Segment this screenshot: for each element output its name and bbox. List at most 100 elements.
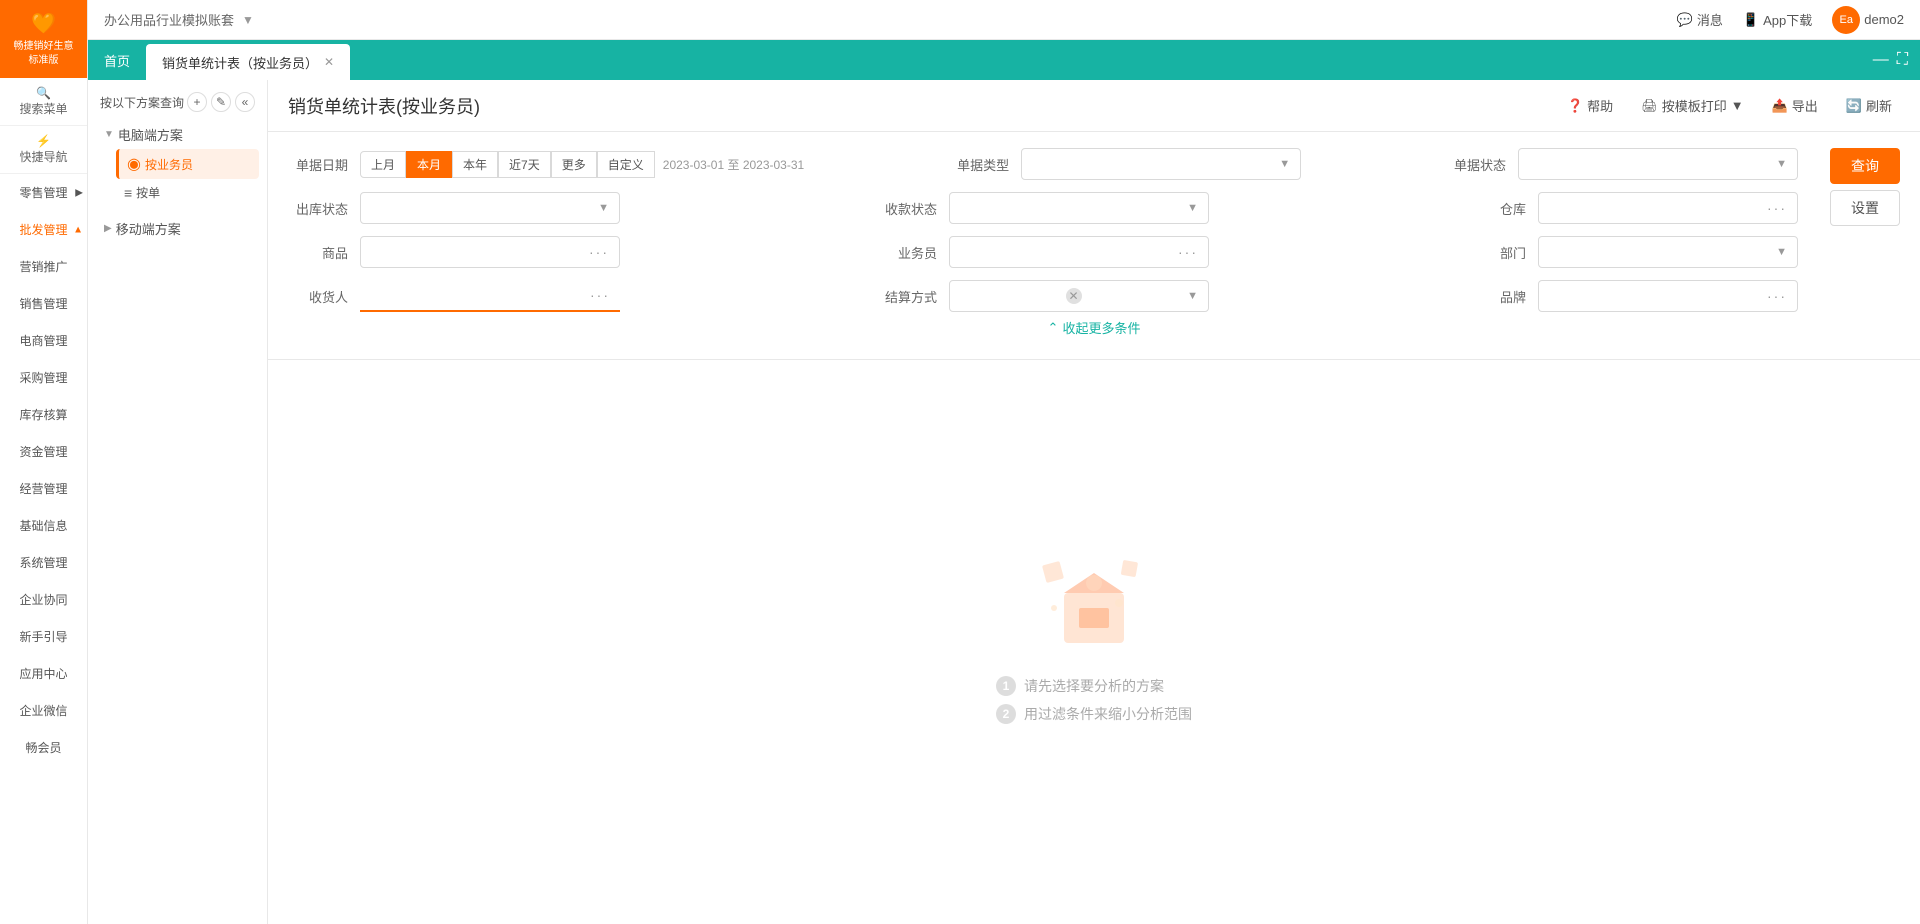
sidebar-item-basic[interactable]: 基础信息 bbox=[0, 507, 87, 544]
panel-header-actions: + ✎ « bbox=[187, 92, 255, 112]
add-scheme-button[interactable]: + bbox=[187, 92, 207, 112]
topbar-left: 办公用品行业模拟账套 ▼ bbox=[104, 10, 254, 29]
order-type-arrow-icon: ▼ bbox=[1279, 158, 1290, 170]
sidebar-item-retail[interactable]: 零售管理 ▶ bbox=[0, 174, 87, 211]
sidebar-item-inventory[interactable]: 库存核算 bbox=[0, 396, 87, 433]
sidebar-item-enterprise[interactable]: 企业协同 bbox=[0, 581, 87, 618]
out-status-label: 出库状态 bbox=[288, 199, 348, 218]
sidebar-item-system[interactable]: 系统管理 bbox=[0, 544, 87, 581]
edit-scheme-button[interactable]: ✎ bbox=[211, 92, 231, 112]
empty-illustration bbox=[1034, 553, 1154, 656]
quick-nav-item[interactable]: ⚡ 快捷导航 bbox=[0, 126, 87, 174]
sidebar-item-member[interactable]: 畅会员 bbox=[0, 729, 87, 766]
date-label: 单据日期 bbox=[288, 155, 348, 174]
tree-node-by-salesperson[interactable]: ◉ 按业务员 bbox=[116, 149, 259, 179]
sidebar-item-operations[interactable]: 经营管理 bbox=[0, 470, 87, 507]
print-button[interactable]: 🖨 按模板打印 ▼ bbox=[1633, 92, 1751, 119]
order-icon: ≡ bbox=[124, 185, 132, 201]
topbar-dropdown-icon[interactable]: ▼ bbox=[242, 13, 254, 27]
date-btn-last-month[interactable]: 上月 bbox=[360, 151, 406, 178]
date-btn-this-month[interactable]: 本月 bbox=[406, 151, 452, 178]
order-status-label: 单据状态 bbox=[1446, 155, 1506, 174]
quick-nav-icon: ⚡ bbox=[6, 134, 81, 148]
page-header: 销货单统计表(按业务员) ❓ 帮助 🖨 按模板打印 ▼ 📤 导出 bbox=[268, 80, 1920, 132]
tree-desktop-label: 电脑端方案 bbox=[118, 125, 183, 144]
sidebar-item-marketing[interactable]: 营销推广 bbox=[0, 248, 87, 285]
main-area: 办公用品行业模拟账套 ▼ 💬 消息 📱 App下载 Ea demo2 首页 bbox=[88, 0, 1920, 924]
tabbar: 首页 销货单统计表（按业务员） ✕ — ⛶ bbox=[88, 40, 1920, 80]
tree-node-by-order[interactable]: ≡ 按单 bbox=[116, 179, 259, 206]
search-menu-item[interactable]: 🔍 搜索菜单 bbox=[0, 78, 87, 126]
consignee-input[interactable]: ··· bbox=[360, 280, 620, 312]
date-btn-this-year[interactable]: 本年 bbox=[452, 151, 498, 178]
app-download-button[interactable]: 📱 App下载 bbox=[1743, 10, 1812, 29]
refresh-icon: 🔄 bbox=[1846, 98, 1862, 114]
sidebar-item-corpwechat[interactable]: 企业微信 bbox=[0, 692, 87, 729]
mobile-icon: 📱 bbox=[1743, 12, 1759, 28]
tab-home[interactable]: 首页 bbox=[88, 40, 146, 80]
help-button[interactable]: ❓ 帮助 bbox=[1559, 92, 1621, 119]
step-2-number: 2 bbox=[996, 704, 1016, 724]
refresh-button[interactable]: 🔄 刷新 bbox=[1838, 92, 1900, 119]
order-status-select[interactable]: ▼ bbox=[1518, 148, 1798, 180]
filter-area: 单据日期 上月 本月 本年 近7天 更多 自定义 2023-03-01 至 20… bbox=[268, 132, 1920, 360]
tab-minimize-icon[interactable]: — bbox=[1873, 51, 1889, 69]
sidebar-item-purchase[interactable]: 采购管理 bbox=[0, 359, 87, 396]
warehouse-dots-icon: ··· bbox=[1767, 200, 1787, 216]
tab-close-icon[interactable]: ✕ bbox=[324, 55, 334, 69]
message-button[interactable]: 💬 消息 bbox=[1677, 10, 1723, 29]
department-label: 部门 bbox=[1466, 243, 1526, 262]
date-btn-last-7-days[interactable]: 近7天 bbox=[498, 151, 551, 178]
settlement-arrow-icon: ▼ bbox=[1187, 290, 1198, 302]
date-filter: 上月 本月 本年 近7天 更多 自定义 2023-03-01 至 2023-03… bbox=[360, 151, 804, 178]
warehouse-label: 仓库 bbox=[1466, 199, 1526, 218]
tree-mobile-label: 移动端方案 bbox=[116, 219, 181, 238]
sidebar-item-sales[interactable]: 销售管理 bbox=[0, 285, 87, 322]
tree-desktop-section[interactable]: ▼ 电脑端方案 bbox=[96, 120, 259, 149]
topbar: 办公用品行业模拟账套 ▼ 💬 消息 📱 App下载 Ea demo2 bbox=[88, 0, 1920, 40]
collapse-filter-button[interactable]: ⌃ 收起更多条件 bbox=[288, 312, 1900, 343]
receipt-status-select[interactable]: ▼ bbox=[949, 192, 1209, 224]
panel-header-label: 按以下方案查询 bbox=[100, 94, 184, 111]
collapse-panel-button[interactable]: « bbox=[235, 92, 255, 112]
out-status-select[interactable]: ▼ bbox=[360, 192, 620, 224]
warehouse-select[interactable]: ··· bbox=[1538, 192, 1798, 224]
sidebar-item-wholesale[interactable]: 批发管理 ▲ bbox=[0, 211, 87, 248]
receipt-status-arrow-icon: ▼ bbox=[1187, 202, 1198, 214]
settlement-clear-icon[interactable]: ✕ bbox=[1066, 288, 1082, 304]
right-content: 销货单统计表(按业务员) ❓ 帮助 🖨 按模板打印 ▼ 📤 导出 bbox=[268, 80, 1920, 924]
user-profile[interactable]: Ea demo2 bbox=[1832, 6, 1904, 34]
brand-select[interactable]: ··· bbox=[1538, 280, 1798, 312]
sidebar-item-ecommerce[interactable]: 电商管理 bbox=[0, 322, 87, 359]
logo-text: 畅捷销好生意 标准版 bbox=[14, 40, 74, 68]
empty-box-svg bbox=[1034, 553, 1154, 653]
chevron-right-icon: ▶ bbox=[75, 187, 83, 198]
date-btn-custom[interactable]: 自定义 bbox=[597, 151, 655, 178]
sidebar-menu: 零售管理 ▶ 批发管理 ▲ 营销推广 销售管理 电商管理 采购管理 库存核算 资… bbox=[0, 174, 87, 924]
settings-button[interactable]: 设置 bbox=[1830, 190, 1900, 226]
step-1-number: 1 bbox=[996, 676, 1016, 696]
query-button[interactable]: 查询 bbox=[1830, 148, 1900, 184]
sidebar-item-newbie[interactable]: 新手引导 bbox=[0, 618, 87, 655]
date-btn-more[interactable]: 更多 bbox=[551, 151, 597, 178]
empty-steps-list: 1 请先选择要分析的方案 2 用过滤条件来缩小分析范围 bbox=[996, 676, 1192, 732]
order-type-select[interactable]: ▼ bbox=[1021, 148, 1301, 180]
consignee-label: 收货人 bbox=[288, 287, 348, 306]
tree-mobile-section[interactable]: ▶ 移动端方案 bbox=[96, 214, 259, 243]
topbar-title: 办公用品行业模拟账套 bbox=[104, 10, 234, 29]
product-select[interactable]: ··· bbox=[360, 236, 620, 268]
department-select[interactable]: ▼ bbox=[1538, 236, 1798, 268]
tab-sales-stats[interactable]: 销货单统计表（按业务员） ✕ bbox=[146, 44, 350, 80]
tab-maximize-icon[interactable]: ⛶ bbox=[1897, 51, 1908, 69]
sidebar-item-appscenter[interactable]: 应用中心 bbox=[0, 655, 87, 692]
date-range-display: 2023-03-01 至 2023-03-31 bbox=[663, 156, 804, 173]
order-status-arrow-icon: ▼ bbox=[1776, 158, 1787, 170]
salesperson-select[interactable]: ··· bbox=[949, 236, 1209, 268]
settlement-select[interactable]: ✕ ▼ bbox=[949, 280, 1209, 312]
action-buttons: 查询 设置 bbox=[1830, 148, 1900, 226]
logo-icon: 🧡 bbox=[31, 10, 56, 38]
filter-row-4: 收货人 ··· 结算方式 ✕ ▼ bbox=[288, 280, 1798, 312]
export-button[interactable]: 📤 导出 bbox=[1764, 92, 1826, 119]
sidebar-item-finance[interactable]: 资金管理 bbox=[0, 433, 87, 470]
order-type-label: 单据类型 bbox=[949, 155, 1009, 174]
